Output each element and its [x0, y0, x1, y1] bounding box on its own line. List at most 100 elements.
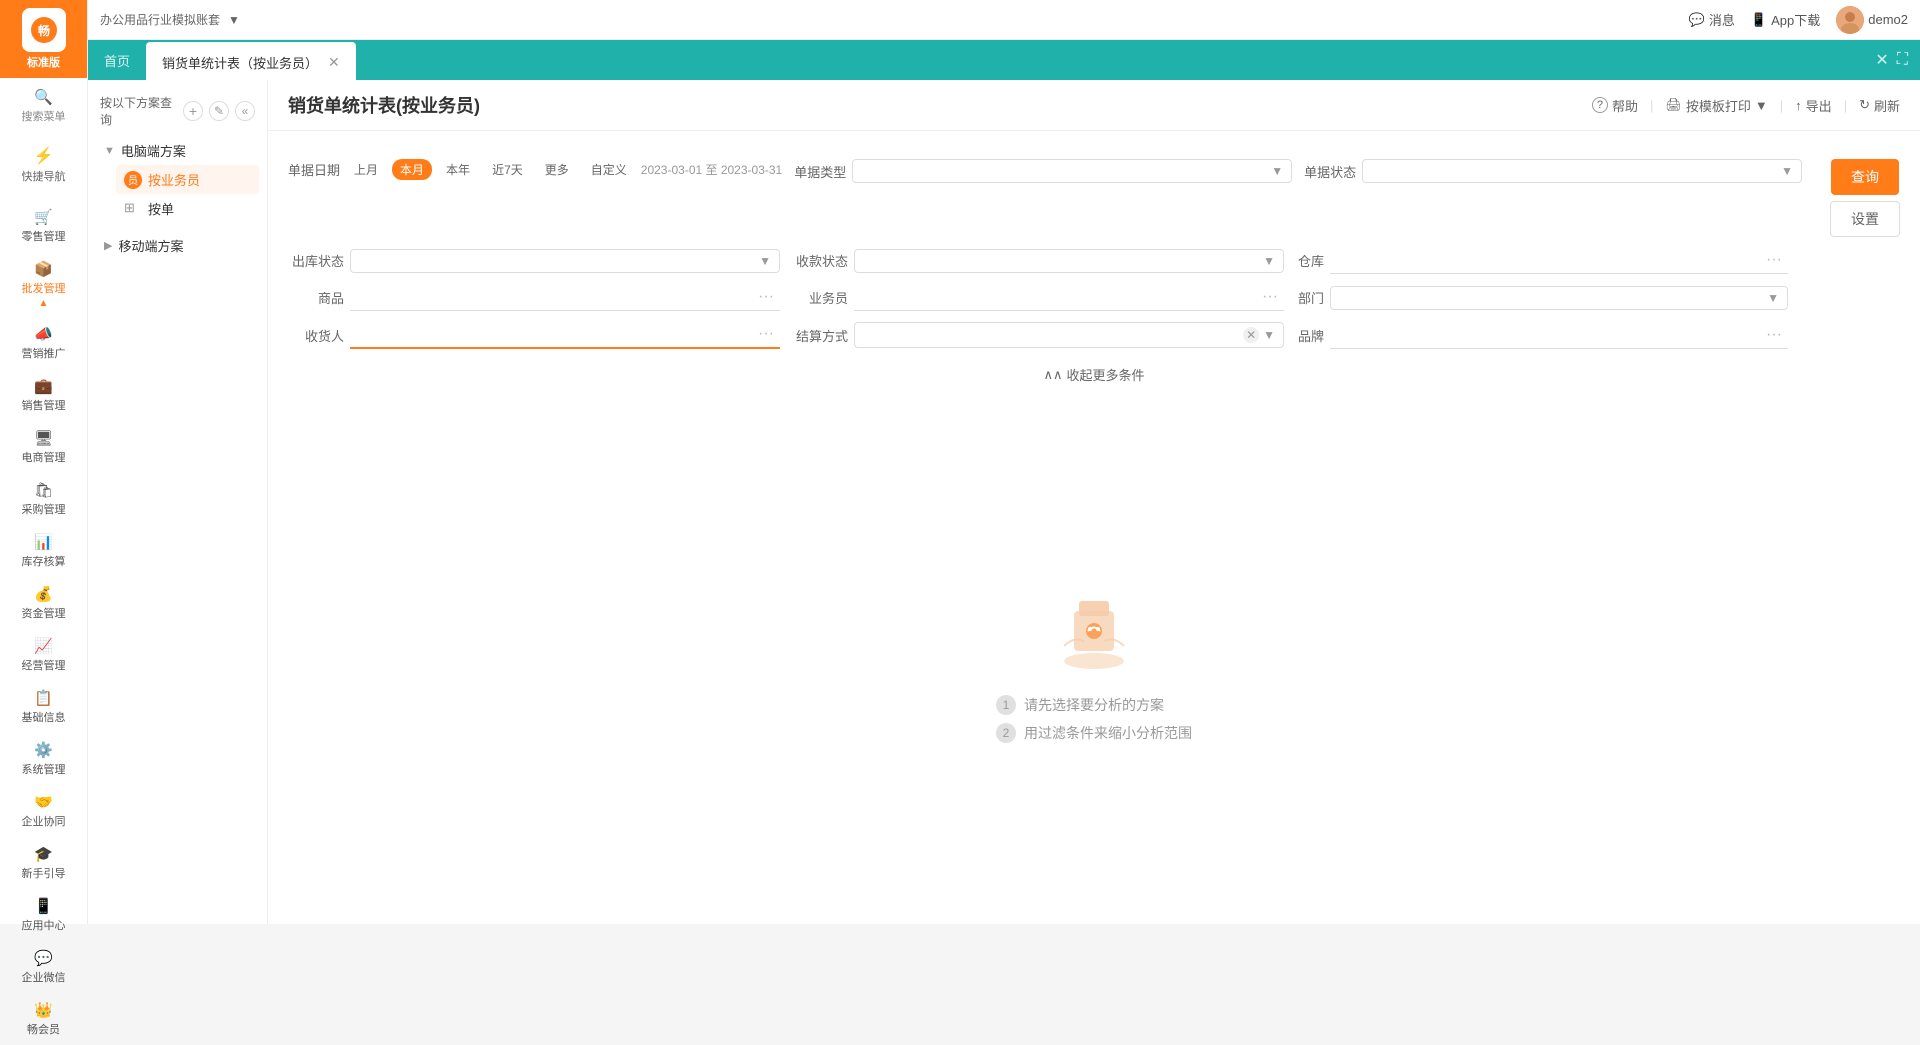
payment-status-select[interactable]: ▼ — [854, 249, 1284, 273]
edit-scheme-btn[interactable]: ✎ — [209, 101, 229, 121]
add-scheme-btn[interactable]: + — [183, 101, 203, 121]
scheme-by-order[interactable]: ⊞ 按单 — [116, 194, 259, 223]
app-download-btn[interactable]: 📱 App下载 — [1751, 10, 1820, 29]
add-icon: + — [189, 103, 197, 119]
topbar-right: 💬 消息 📱 App下载 demo2 — [1689, 6, 1908, 34]
tab-close-icon[interactable]: ✕ — [328, 54, 340, 71]
stock-status-select[interactable]: ▼ — [350, 249, 780, 273]
salesperson-filter: 业务员 ··· — [792, 284, 1284, 311]
date-btn-this-month[interactable]: 本月 — [392, 159, 432, 180]
product-dots-icon[interactable]: ··· — [758, 288, 774, 306]
sidebar-item-sales[interactable]: 💼 销售管理 — [18, 369, 70, 421]
help-btn[interactable]: ? 帮助 — [1592, 96, 1638, 115]
settlement-filter: 结算方式 ✕ ▼ — [792, 322, 1284, 348]
salesperson-dots-icon[interactable]: ··· — [1262, 288, 1278, 306]
maximize-icon[interactable]: ⛶ — [1897, 51, 1908, 69]
sidebar-item-basic[interactable]: 📋 基础信息 — [18, 681, 70, 733]
sidebar-item-member[interactable]: 👑 畅会员 — [23, 993, 64, 1045]
sidebar-item-label: 零售管理 — [22, 228, 66, 244]
sidebar-item-retail[interactable]: 🛒 零售管理 — [18, 200, 70, 252]
close-all-tabs-icon[interactable]: ✕ — [1875, 50, 1888, 70]
date-btn-last-month[interactable]: 上月 — [346, 159, 386, 180]
sidebar-item-purchase[interactable]: 🛍 采购管理 — [18, 473, 70, 525]
messages-btn[interactable]: 💬 消息 — [1689, 10, 1735, 29]
left-panel-header: 按以下方案查询 + ✎ « — [88, 90, 267, 136]
pc-section: ▼ 电脑端方案 员 按业务员 ⊞ 按单 — [88, 136, 267, 223]
export-btn[interactable]: ↑ 导出 — [1795, 96, 1832, 115]
template-print-btn[interactable]: 🖨 按模板打印 ▼ — [1665, 96, 1767, 115]
date-btn-last7[interactable]: 近7天 — [484, 159, 531, 180]
brand-input[interactable]: ··· — [1330, 322, 1788, 349]
query-button[interactable]: 查询 — [1831, 159, 1899, 195]
sidebar-item-label: 经营管理 — [22, 657, 66, 673]
avatar — [1836, 6, 1864, 34]
consignee-filter: 收货人 ··· — [288, 321, 780, 349]
sidebar-item-marketing[interactable]: 📣 营销推广 — [18, 317, 70, 369]
settlement-clear-icon[interactable]: ✕ — [1243, 327, 1259, 343]
collapse-btn[interactable]: ∧∧ 收起更多条件 — [1043, 365, 1144, 384]
sidebar-item-newbie[interactable]: 🎓 新手引导 — [18, 837, 70, 889]
user-area[interactable]: demo2 — [1836, 6, 1908, 34]
settings-button[interactable]: 设置 — [1830, 201, 1900, 237]
hint-num-1: 1 — [996, 695, 1016, 715]
settlement-select[interactable]: ✕ ▼ — [854, 322, 1284, 348]
date-row: 上月 本月 本年 近7天 更多 自定义 2023-03-01 至 2023-03… — [346, 159, 782, 180]
department-select[interactable]: ▼ — [1330, 286, 1788, 310]
filter-row3: 商品 ··· 业务员 ··· 部门 — [288, 284, 1900, 321]
scheme-by-staff[interactable]: 员 按业务员 — [116, 165, 259, 194]
sidebar-item-operation[interactable]: 📈 经营管理 — [18, 629, 70, 681]
left-panel-header-label: 按以下方案查询 — [100, 94, 183, 128]
newbie-icon: 🎓 — [34, 845, 53, 863]
collapse-panel-btn[interactable]: « — [235, 101, 255, 121]
consignee-dots-icon[interactable]: ··· — [758, 325, 774, 343]
main-area: 办公用品行业模拟账套 ▼ 💬 消息 📱 App下载 demo2 — [88, 0, 1920, 924]
sidebar-item-corp[interactable]: 🤝 企业协同 — [18, 785, 70, 837]
warehouse-dots-icon[interactable]: ··· — [1766, 251, 1782, 269]
refresh-btn[interactable]: ↻ 刷新 — [1859, 96, 1900, 115]
sidebar-search[interactable]: 🔍 搜索菜单 — [22, 78, 66, 130]
stock-status-filter: 出库状态 ▼ — [288, 249, 780, 273]
sidebar-item-wechat[interactable]: 💬 企业微信 — [18, 941, 70, 993]
empty-icon — [1044, 576, 1144, 679]
finance-icon: 💰 — [34, 585, 53, 603]
tab-sales-stat[interactable]: 销货单统计表（按业务员） ✕ — [146, 42, 356, 82]
date-btn-this-year[interactable]: 本年 — [438, 159, 478, 180]
logo-area[interactable]: 畅 标准版 — [0, 0, 87, 78]
sidebar-item-ecommerce[interactable]: 🖥 电商管理 — [18, 421, 70, 473]
sidebar-item-apps[interactable]: 📱 应用中心 — [18, 889, 70, 941]
sidebar-item-label: 营销推广 — [22, 345, 66, 361]
product-input[interactable]: ··· — [350, 284, 780, 311]
sidebar-item-finance[interactable]: 💰 资金管理 — [18, 577, 70, 629]
doc-type-filter: 单据类型 ▼ — [794, 159, 1292, 183]
doc-status-select[interactable]: ▼ — [1362, 159, 1802, 183]
sidebar-item-system[interactable]: ⚙️ 系统管理 — [18, 733, 70, 785]
quick-nav[interactable]: ⚡ 快捷导航 — [0, 138, 87, 192]
sidebar-item-wholesale[interactable]: 📦 批发管理 ▲ — [18, 252, 70, 317]
sidebar: 畅 标准版 🔍 搜索菜单 ⚡ 快捷导航 🛒 零售管理 📦 批发管理 ▲ 📣 营销… — [0, 0, 88, 924]
topbar-left: 办公用品行业模拟账套 ▼ — [100, 11, 240, 28]
divider1: | — [1650, 98, 1653, 113]
consignee-input[interactable]: ··· — [350, 321, 780, 349]
salesperson-input[interactable]: ··· — [854, 284, 1284, 311]
warehouse-label: 仓库 — [1296, 251, 1324, 270]
tree-collapse-icon: ▶ — [104, 239, 112, 252]
doc-type-select[interactable]: ▼ — [852, 159, 1292, 183]
sidebar-item-label: 应用中心 — [22, 917, 66, 933]
date-btn-custom[interactable]: 自定义 — [583, 159, 635, 180]
warehouse-input[interactable]: ··· — [1330, 247, 1788, 274]
mobile-scheme-header[interactable]: ▶ 移动端方案 — [96, 231, 259, 260]
pc-scheme-header[interactable]: ▼ 电脑端方案 — [96, 136, 259, 165]
marketing-icon: 📣 — [34, 325, 53, 343]
member-icon: 👑 — [34, 1001, 53, 1019]
topbar-dropdown[interactable]: ▼ — [228, 13, 240, 27]
brand-dots-icon[interactable]: ··· — [1766, 326, 1782, 344]
sidebar-item-inventory[interactable]: 📊 库存核算 — [18, 525, 70, 577]
mobile-scheme-label: 移动端方案 — [118, 236, 183, 255]
message-icon: 💬 — [1689, 12, 1705, 28]
tab-home[interactable]: 首页 — [88, 40, 146, 80]
payment-status-chevron-icon: ▼ — [1263, 254, 1275, 268]
template-print-label: 按模板打印 — [1686, 96, 1751, 115]
dropdown-arrow-icon: ▼ — [228, 13, 240, 27]
date-btn-more[interactable]: 更多 — [537, 159, 577, 180]
divider3: | — [1844, 98, 1847, 113]
